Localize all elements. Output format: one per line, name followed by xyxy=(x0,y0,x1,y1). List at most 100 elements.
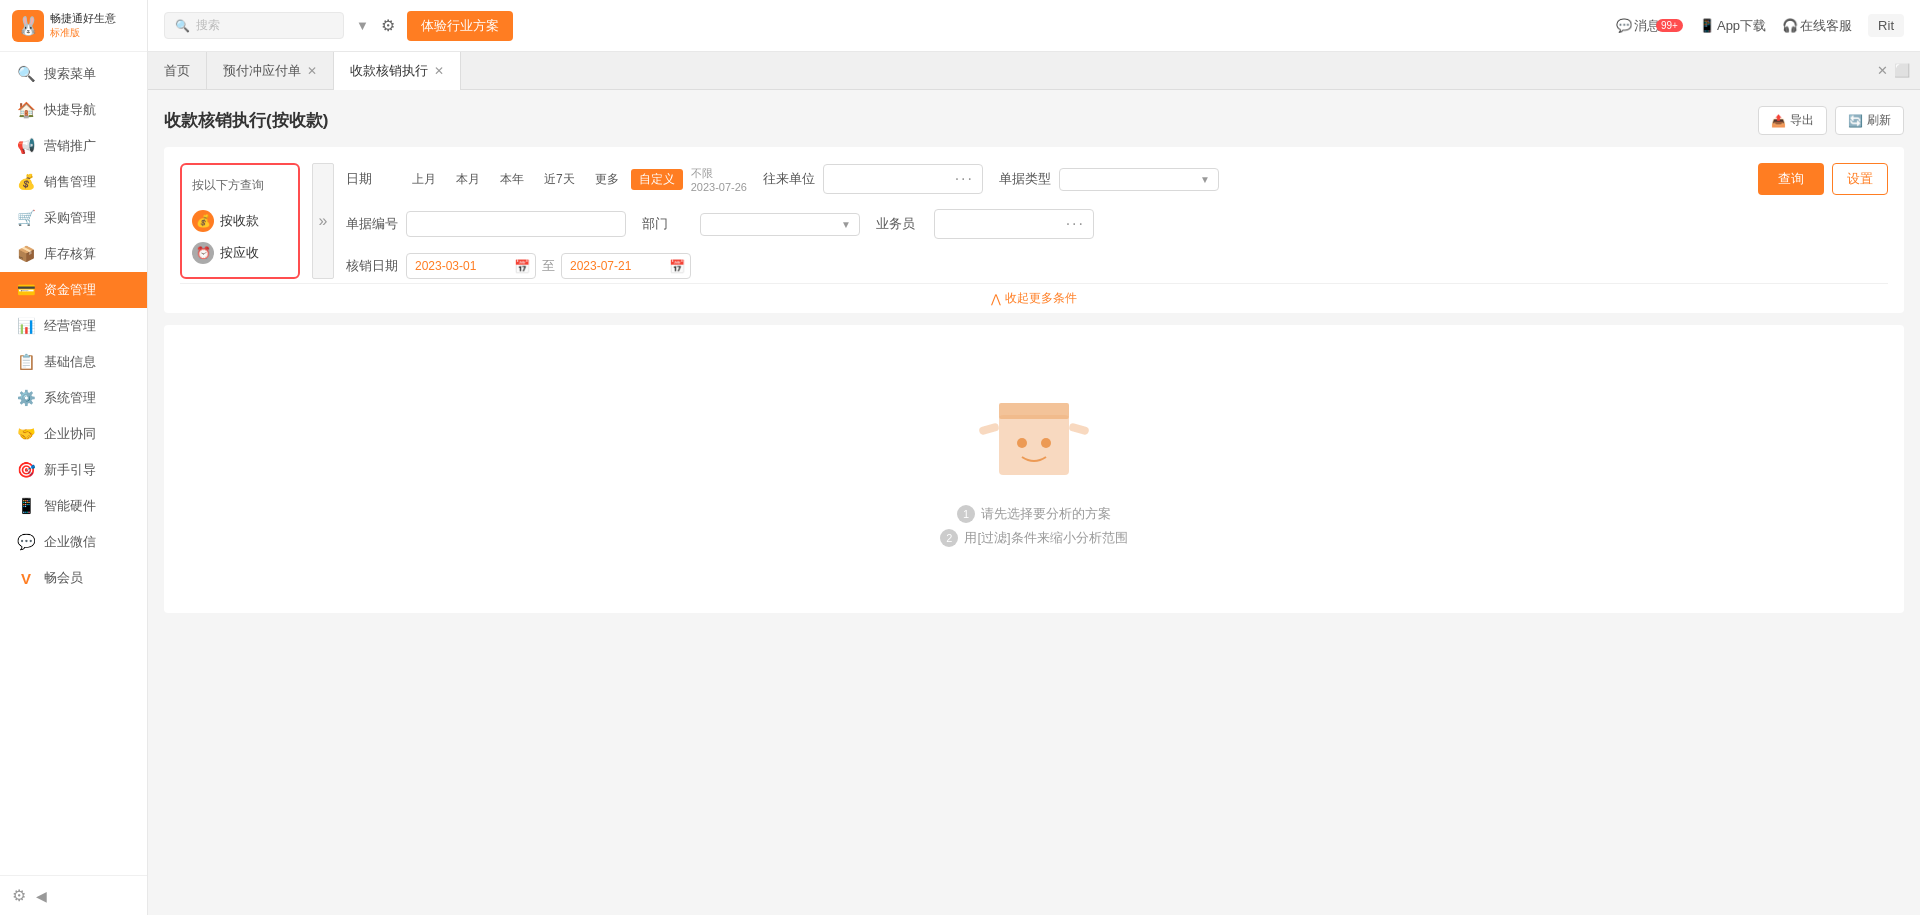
receivable-icon: ⏰ xyxy=(192,242,214,264)
sidebar-item-member[interactable]: V 畅会员 xyxy=(0,560,147,596)
dept-field: 部门 ▼ xyxy=(642,213,860,236)
settings-icon[interactable]: ⚙ xyxy=(12,886,26,905)
sidebar-item-wechat[interactable]: 💬 企业微信 xyxy=(0,524,147,560)
app-name: 畅捷通好生意 xyxy=(50,11,116,25)
verify-date-end-wrap: 📅 xyxy=(561,253,691,279)
sidebar-item-hardware[interactable]: 📱 智能硬件 xyxy=(0,488,147,524)
sidebar: 🐰 畅捷通好生意 标准版 🔍 搜索菜单 🏠 快捷导航 📢 营销推广 💰 销售管理… xyxy=(0,0,148,915)
svg-rect-1 xyxy=(999,403,1069,419)
filter-body: 按以下方查询 💰 按收款 ⏰ 按应收 » xyxy=(180,163,1888,279)
search-bar[interactable]: 🔍 搜索 xyxy=(164,12,344,39)
close-window-icon[interactable]: ✕ xyxy=(1877,63,1888,78)
filter-panel: 按以下方查询 💰 按收款 ⏰ 按应收 » xyxy=(164,147,1904,313)
empty-hint-2: 2 用[过滤]条件来缩小分析范围 xyxy=(940,529,1127,547)
tab2-close-icon[interactable]: ✕ xyxy=(434,64,444,78)
service-icon: 🎧 xyxy=(1782,18,1798,33)
sidebar-item-basics[interactable]: 📋 基础信息 xyxy=(0,344,147,380)
tabbar: 首页 预付冲应付单 ✕ 收款核销执行 ✕ ✕ ⬜ xyxy=(148,52,1920,90)
page-content: 收款核销执行(按收款) 📤 导出 🔄 刷新 按以下方查询 💰 xyxy=(148,90,1920,915)
flash-icon: 🏠 xyxy=(16,101,36,119)
maximize-window-icon[interactable]: ⬜ xyxy=(1894,63,1910,78)
date-custom-btn[interactable]: 自定义 xyxy=(631,169,683,190)
online-service-btn[interactable]: 🎧 在线客服 xyxy=(1782,17,1852,35)
counterparty-dots-icon[interactable]: ··· xyxy=(955,170,974,188)
nav-menu: 🔍 搜索菜单 🏠 快捷导航 📢 营销推广 💰 销售管理 🛒 采购管理 📦 库存核… xyxy=(0,52,147,875)
filter-type-selector: 按以下方查询 💰 按收款 ⏰ 按应收 xyxy=(180,163,300,279)
verify-date-start-wrap: 📅 xyxy=(406,253,536,279)
sidebar-bottom: ⚙ ◀ xyxy=(0,875,147,915)
bill-type-select[interactable]: ▼ xyxy=(1059,168,1219,191)
setting-button[interactable]: 设置 xyxy=(1832,163,1888,195)
date-more-btn[interactable]: 更多 xyxy=(587,169,627,190)
filter-row-3: 核销日期 📅 至 📅 xyxy=(346,253,1888,279)
bill-no-label: 单据编号 xyxy=(346,215,398,233)
sidebar-item-guide[interactable]: 🎯 新手引导 xyxy=(0,452,147,488)
topbar-chevron-icon[interactable]: ▼ xyxy=(356,18,369,33)
verify-date-start-calendar-icon[interactable]: 📅 xyxy=(514,259,530,274)
sidebar-item-enterprise[interactable]: 🤝 企业协同 xyxy=(0,416,147,452)
sales-icon: 💰 xyxy=(16,173,36,191)
gear-icon[interactable]: ⚙ xyxy=(381,16,395,35)
tabbar-window-actions: ✕ ⬜ xyxy=(1867,63,1920,78)
page-actions: 📤 导出 🔄 刷新 xyxy=(1758,106,1904,135)
export-button[interactable]: 📤 导出 xyxy=(1758,106,1827,135)
topbar-right: 💬 消息 99+ 📱 App下载 🎧 在线客服 Rit xyxy=(1616,14,1904,37)
date-this-year-btn[interactable]: 本年 xyxy=(492,169,532,190)
salesperson-dots-icon[interactable]: ··· xyxy=(1066,215,1085,233)
svg-point-3 xyxy=(1041,438,1051,448)
salesperson-field: 业务员 ··· xyxy=(876,209,1094,239)
bill-no-field: 单据编号 xyxy=(346,211,626,237)
user-name[interactable]: Rit xyxy=(1868,14,1904,37)
export-icon: 📤 xyxy=(1771,114,1786,128)
sidebar-item-quick-nav[interactable]: 🏠 快捷导航 xyxy=(0,92,147,128)
tab-home[interactable]: 首页 xyxy=(148,52,207,90)
system-icon: ⚙️ xyxy=(16,389,36,407)
message-badge: 99+ xyxy=(1656,19,1683,32)
filter-by-receivable[interactable]: ⏰ 按应收 xyxy=(192,242,288,264)
sidebar-item-purchase[interactable]: 🛒 采购管理 xyxy=(0,200,147,236)
verify-date-end-calendar-icon[interactable]: 📅 xyxy=(669,259,685,274)
collapse-sidebar-icon[interactable]: ◀ xyxy=(36,888,47,904)
date-nolimit-text: 不限 2023-07-26 xyxy=(691,166,747,193)
tab-prepay[interactable]: 预付冲应付单 ✕ xyxy=(207,52,334,90)
main-area: 🔍 搜索 ▼ ⚙ 体验行业方案 💬 消息 99+ 📱 App下载 🎧 在线客服 … xyxy=(148,0,1920,915)
verify-date-range: 📅 至 📅 xyxy=(406,253,691,279)
verify-date-field: 核销日期 📅 至 📅 xyxy=(346,253,691,279)
dept-select[interactable]: ▼ xyxy=(700,213,860,236)
query-button[interactable]: 查询 xyxy=(1758,163,1824,195)
sidebar-item-finance[interactable]: 💳 资金管理 xyxy=(0,272,147,308)
topbar: 🔍 搜索 ▼ ⚙ 体验行业方案 💬 消息 99+ 📱 App下载 🎧 在线客服 … xyxy=(148,0,1920,52)
filter-row-2: 单据编号 部门 ▼ 业务员 xyxy=(346,209,1888,239)
search-icon: 🔍 xyxy=(16,65,36,83)
collapse-arrow-icon: ⋀ xyxy=(991,292,1001,306)
date-this-month-btn[interactable]: 本月 xyxy=(448,169,488,190)
tab-write-off[interactable]: 收款核销执行 ✕ xyxy=(334,52,461,90)
sidebar-item-sales[interactable]: 💰 销售管理 xyxy=(0,164,147,200)
svg-rect-4 xyxy=(978,423,999,436)
sidebar-item-system[interactable]: ⚙️ 系统管理 xyxy=(0,380,147,416)
download-icon: 📱 xyxy=(1699,18,1715,33)
empty-state: 1 请先选择要分析的方案 2 用[过滤]条件来缩小分析范围 xyxy=(164,325,1904,613)
bill-type-label: 单据类型 xyxy=(999,170,1051,188)
date-last-month-btn[interactable]: 上月 xyxy=(404,169,444,190)
empty-illustration xyxy=(974,385,1094,485)
industry-solution-button[interactable]: 体验行业方案 xyxy=(407,11,513,41)
tab1-close-icon[interactable]: ✕ xyxy=(307,64,317,78)
sidebar-item-operations[interactable]: 📊 经营管理 xyxy=(0,308,147,344)
search-icon: 🔍 xyxy=(175,19,190,33)
filter-by-receipt[interactable]: 💰 按收款 xyxy=(192,210,288,232)
counterparty-input[interactable]: ··· xyxy=(823,164,983,194)
sidebar-item-inventory[interactable]: 📦 库存核算 xyxy=(0,236,147,272)
filter-collapse-button[interactable]: » xyxy=(312,163,334,279)
message-btn[interactable]: 💬 消息 99+ xyxy=(1616,17,1683,35)
refresh-button[interactable]: 🔄 刷新 xyxy=(1835,106,1904,135)
collapse-more-btn[interactable]: ⋀ 收起更多条件 xyxy=(180,283,1888,313)
app-download-btn[interactable]: 📱 App下载 xyxy=(1699,17,1766,35)
salesperson-input[interactable]: ··· xyxy=(934,209,1094,239)
date-7days-btn[interactable]: 近7天 xyxy=(536,169,583,190)
sidebar-item-search[interactable]: 🔍 搜索菜单 xyxy=(0,56,147,92)
marketing-icon: 📢 xyxy=(16,137,36,155)
bill-no-input[interactable] xyxy=(406,211,626,237)
svg-rect-5 xyxy=(1068,423,1089,436)
sidebar-item-marketing[interactable]: 📢 营销推广 xyxy=(0,128,147,164)
